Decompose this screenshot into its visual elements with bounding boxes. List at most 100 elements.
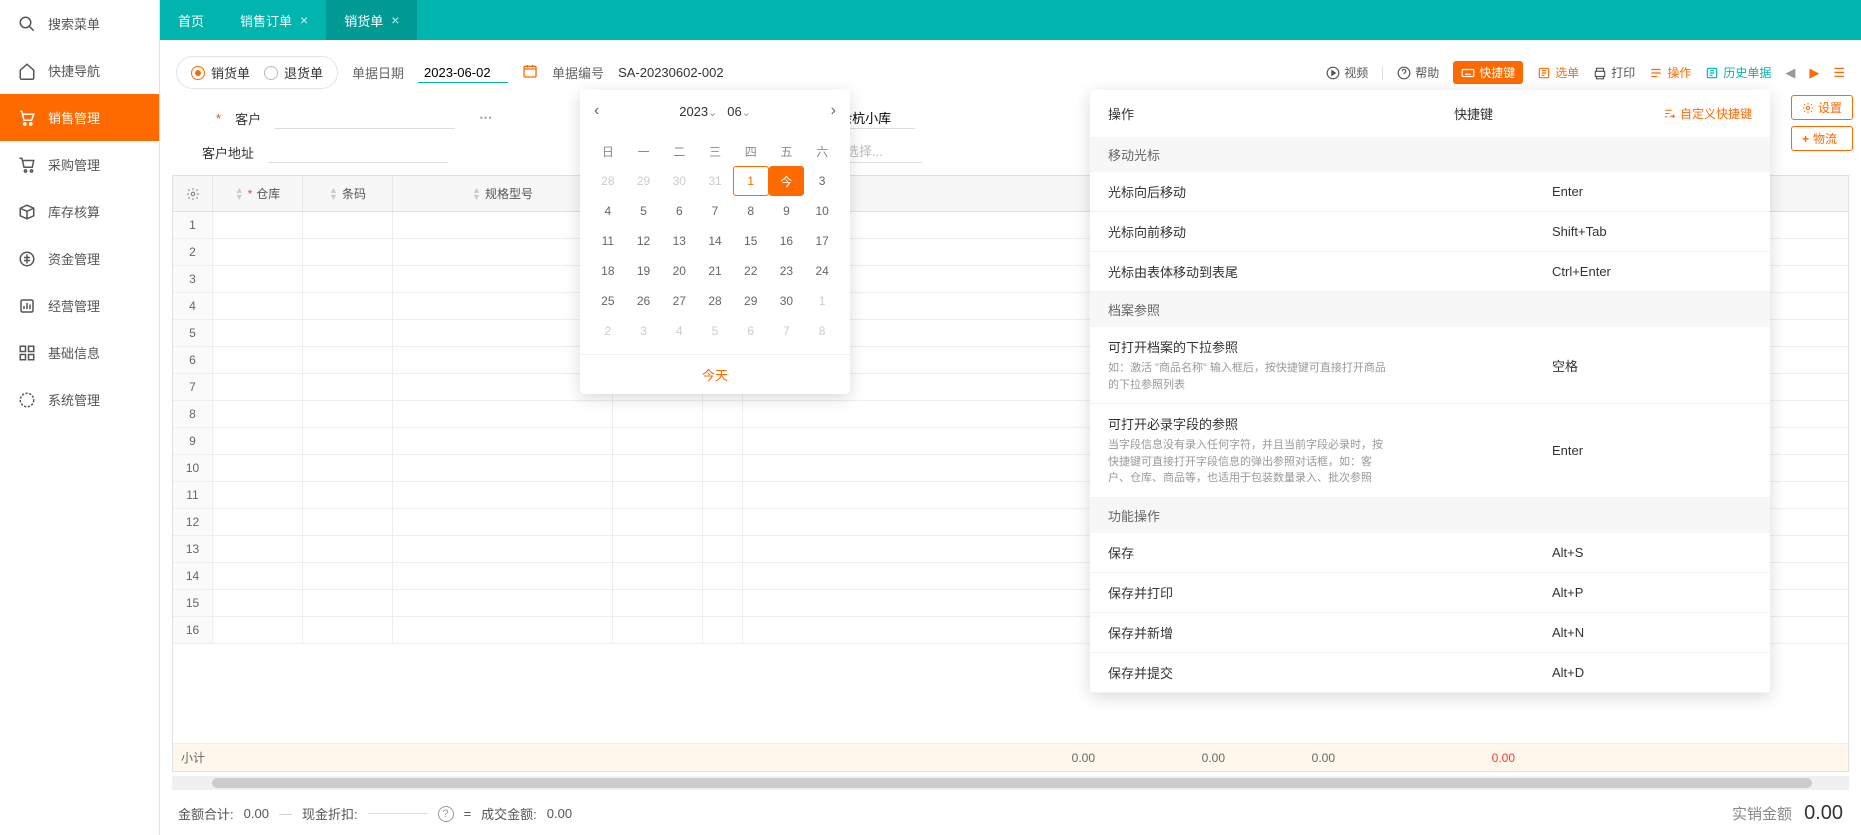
date-cell[interactable]: 8 <box>804 316 840 346</box>
date-cell[interactable]: 今 <box>769 166 805 196</box>
calendar-icon[interactable] <box>522 63 538 82</box>
month-select[interactable]: 06⌄ <box>727 104 751 119</box>
hotkey-op: 光标向后移动 <box>1108 182 1552 201</box>
chevron-right-icon[interactable]: ▶ <box>1809 65 1819 81</box>
sidebar-item-3[interactable]: 采购管理 <box>0 141 159 188</box>
date-cell[interactable]: 17 <box>804 226 840 256</box>
date-cell[interactable]: 28 <box>697 286 733 316</box>
date-cell[interactable]: 19 <box>626 256 662 286</box>
customer-input[interactable] <box>275 107 455 129</box>
date-cell[interactable]: 7 <box>769 316 805 346</box>
info-icon[interactable]: ? <box>438 806 454 822</box>
date-cell[interactable]: 13 <box>661 226 697 256</box>
prev-month-icon[interactable]: ‹ <box>594 102 599 120</box>
date-cell[interactable]: 16 <box>769 226 805 256</box>
project-input[interactable] <box>842 141 922 163</box>
date-cell[interactable]: 5 <box>626 196 662 226</box>
select-button[interactable]: 选单 <box>1537 64 1579 81</box>
horizontal-scrollbar[interactable] <box>172 776 1849 790</box>
date-cell[interactable]: 12 <box>626 226 662 256</box>
date-cell[interactable]: 31 <box>697 166 733 196</box>
date-cell[interactable]: 11 <box>590 226 626 256</box>
date-cell[interactable]: 30 <box>769 286 805 316</box>
date-cell[interactable]: 9 <box>769 196 805 226</box>
sidebar-item-7[interactable]: 基础信息 <box>0 329 159 376</box>
next-month-icon[interactable]: › <box>831 102 836 120</box>
date-cell[interactable]: 14 <box>697 226 733 256</box>
date-cell[interactable]: 15 <box>733 226 769 256</box>
customer-field: * 客户 <box>216 107 455 129</box>
year-select[interactable]: 2023⌄ <box>679 104 717 119</box>
date-input[interactable] <box>418 63 508 83</box>
print-button[interactable]: 打印 <box>1593 64 1635 81</box>
date-cell[interactable]: 3 <box>626 316 662 346</box>
grid-icon <box>18 344 36 362</box>
date-cell[interactable]: 3 <box>804 166 840 196</box>
tab-1[interactable]: 销售订单× <box>222 0 326 40</box>
date-cell[interactable]: 18 <box>590 256 626 286</box>
subtotal-v4: 0.00 <box>1433 751 1523 765</box>
sidebar-item-0[interactable]: 搜索菜单 <box>0 0 159 47</box>
radio-sale[interactable]: 销货单 <box>191 63 250 82</box>
sidebar-item-2[interactable]: 销售管理 <box>0 94 159 141</box>
col-barcode[interactable]: ▲▼条码 <box>303 176 393 211</box>
hotkey-panel: 操作 快捷键 自定义快捷键 移动光标光标向后移动Enter光标向前移动Shift… <box>1090 90 1770 693</box>
date-cell[interactable]: 29 <box>626 166 662 196</box>
date-cell[interactable]: 24 <box>804 256 840 286</box>
address-input[interactable] <box>268 141 448 163</box>
sidebar-item-4[interactable]: 库存核算 <box>0 188 159 235</box>
chevron-left-icon[interactable]: ◀ <box>1785 65 1795 81</box>
date-cell[interactable]: 6 <box>661 196 697 226</box>
close-icon[interactable]: × <box>300 12 308 28</box>
date-cell[interactable]: 2 <box>590 316 626 346</box>
tab-2[interactable]: 销货单× <box>326 0 417 40</box>
sidebar-item-6[interactable]: 经营管理 <box>0 282 159 329</box>
sidebar-item-5[interactable]: 资金管理 <box>0 235 159 282</box>
date-cell[interactable]: 6 <box>733 316 769 346</box>
list-icon[interactable]: ☰ <box>1833 65 1845 81</box>
date-cell[interactable]: 27 <box>661 286 697 316</box>
date-cell[interactable]: 1 <box>804 286 840 316</box>
date-cell[interactable]: 10 <box>804 196 840 226</box>
row-number: 4 <box>173 293 213 319</box>
date-cell[interactable]: 28 <box>590 166 626 196</box>
hotkey-key: Ctrl+Enter <box>1552 262 1752 281</box>
tab-0[interactable]: 首页 <box>160 0 222 40</box>
customize-hotkey-button[interactable]: 自定义快捷键 <box>1663 105 1752 122</box>
date-cell[interactable]: 23 <box>769 256 805 286</box>
date-cell[interactable]: 22 <box>733 256 769 286</box>
discount-input[interactable] <box>368 813 428 814</box>
hotkey-button[interactable]: 快捷键 <box>1453 61 1523 84</box>
radio-return[interactable]: 退货单 <box>264 63 323 82</box>
date-cell[interactable]: 1 <box>733 166 769 196</box>
date-cell[interactable]: 8 <box>733 196 769 226</box>
close-icon[interactable]: × <box>391 12 399 28</box>
date-cell[interactable]: 20 <box>661 256 697 286</box>
content: 销货单 退货单 单据日期 单据编号 SA-20230602-002 视频 帮助 … <box>160 40 1861 835</box>
hotkey-row: 保存Alt+S <box>1090 533 1770 573</box>
row-number: 6 <box>173 347 213 373</box>
settings-button[interactable]: 设置 <box>1791 95 1853 120</box>
date-cell[interactable]: 7 <box>697 196 733 226</box>
date-cell[interactable]: 25 <box>590 286 626 316</box>
date-cell[interactable]: 30 <box>661 166 697 196</box>
today-button[interactable]: 今天 <box>580 354 850 394</box>
sidebar-item-8[interactable]: 系统管理 <box>0 376 159 423</box>
date-cell[interactable]: 4 <box>661 316 697 346</box>
sidebar-item-label: 资金管理 <box>48 249 100 268</box>
sidebar-item-1[interactable]: 快捷导航 <box>0 47 159 94</box>
gear-column[interactable] <box>173 176 213 211</box>
ops-button[interactable]: 操作 <box>1649 64 1691 81</box>
row-number: 14 <box>173 563 213 589</box>
date-cell[interactable]: 5 <box>697 316 733 346</box>
help-button[interactable]: 帮助 <box>1397 64 1439 81</box>
col-warehouse[interactable]: ▲▼*仓库 <box>213 176 303 211</box>
date-cell[interactable]: 26 <box>626 286 662 316</box>
date-cell[interactable]: 4 <box>590 196 626 226</box>
date-cell[interactable]: 29 <box>733 286 769 316</box>
video-button[interactable]: 视频 <box>1326 64 1368 81</box>
history-button[interactable]: 历史单据 <box>1705 64 1771 81</box>
customer-more-icon[interactable]: ⋯ <box>479 110 492 126</box>
hotkey-row: 光标向后移动Enter <box>1090 172 1770 212</box>
date-cell[interactable]: 21 <box>697 256 733 286</box>
